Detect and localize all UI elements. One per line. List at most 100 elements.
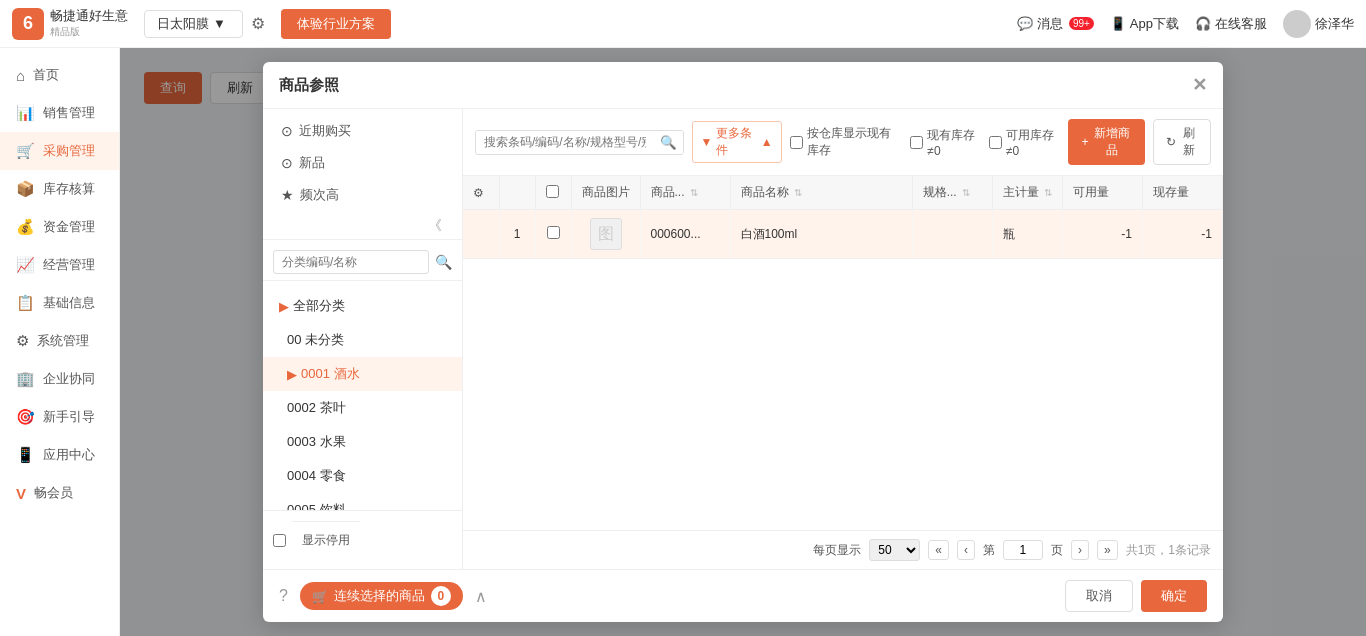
app-download-btn[interactable]: 📱 App下载	[1110, 15, 1179, 33]
app-icon: 📱	[1110, 16, 1126, 31]
product-search-input[interactable]	[476, 131, 654, 153]
warehouse-stock-filter[interactable]: 按仓库显示现有库存	[790, 125, 903, 159]
pill-recent[interactable]: ⊙ 近期购买	[273, 117, 452, 145]
pill-new[interactable]: ⊙ 新品	[273, 149, 452, 177]
cat-item-0004[interactable]: 0004 零食	[263, 459, 462, 493]
confirm-btn[interactable]: 确定	[1141, 580, 1207, 612]
per-page-select[interactable]: 10 20 50 100	[869, 539, 920, 561]
row-avail: -1	[1063, 210, 1143, 259]
cat-item-00[interactable]: 00 未分类	[263, 323, 462, 357]
refresh-table-btn[interactable]: ↻ 刷新	[1153, 119, 1211, 165]
cat-item-0002[interactable]: 0002 茶叶	[263, 391, 462, 425]
cart-btn[interactable]: 🛒 连续选择的商品 0	[300, 582, 463, 610]
row-num: 1	[499, 210, 535, 259]
warehouse-checkbox[interactable]	[790, 136, 803, 149]
purchase-icon: 🛒	[16, 142, 35, 160]
newbie-icon: 🎯	[16, 408, 35, 426]
cat-item-all[interactable]: ▶ 全部分类	[263, 289, 462, 323]
branch-label: 日太阳膜	[157, 15, 209, 33]
sort-code-icon[interactable]: ⇅	[690, 187, 698, 198]
product-image: 图	[590, 218, 622, 250]
sidebar-label-finance: 资金管理	[43, 218, 95, 236]
last-page-btn[interactable]: »	[1097, 540, 1118, 560]
sidebar-item-stock[interactable]: 📦 库存核算	[0, 170, 119, 208]
cart-icon: 🛒	[312, 589, 328, 604]
user-menu[interactable]: 徐泽华	[1283, 10, 1354, 38]
sort-name-icon[interactable]: ⇅	[794, 187, 802, 198]
logo[interactable]: 6 畅捷通好生意 精品版	[12, 8, 128, 40]
messages-btn[interactable]: 💬 消息 99+	[1017, 15, 1094, 33]
cat-label-0004: 0004 零食	[287, 467, 346, 485]
col-stock-label: 现存量	[1153, 185, 1189, 199]
messages-label: 消息	[1037, 15, 1063, 33]
next-page-btn[interactable]: ›	[1071, 540, 1089, 560]
branch-dropdown[interactable]: 日太阳膜 ▼	[144, 10, 243, 38]
cancel-btn[interactable]: 取消	[1065, 580, 1133, 612]
stock-ne0-checkbox[interactable]	[910, 136, 923, 149]
col-settings[interactable]: ⚙	[463, 176, 499, 210]
industry-btn[interactable]: 体验行业方案	[281, 9, 391, 39]
cat-item-0001[interactable]: ▶ 0001 酒水	[263, 357, 462, 391]
modal-body: ⊙ 近期购买 ⊙ 新品 ★ 频次高	[263, 109, 1223, 569]
show-disabled-label[interactable]: 显示停用	[292, 521, 360, 559]
table-row[interactable]: 1 图 000600... 白酒100ml	[463, 210, 1223, 259]
sidebar-item-finance[interactable]: 💰 资金管理	[0, 208, 119, 246]
modal-close-btn[interactable]: ✕	[1192, 74, 1207, 96]
sort-unit-icon[interactable]: ⇅	[1044, 187, 1052, 198]
add-product-btn[interactable]: + 新增商品	[1068, 119, 1146, 165]
avail-ne0-checkbox[interactable]	[989, 136, 1002, 149]
home-icon: ⌂	[16, 67, 25, 84]
col-avail-header: 可用量	[1063, 176, 1143, 210]
more-filter-btn[interactable]: ▼ 更多条件 ▲	[692, 121, 782, 163]
sales-icon: 📊	[16, 104, 35, 122]
sidebar-item-system[interactable]: ⚙ 系统管理	[0, 322, 119, 360]
sidebar-item-purchase[interactable]: 🛒 采购管理	[0, 132, 119, 170]
avail-ne0-filter[interactable]: 可用库存≠0	[989, 127, 1060, 158]
sidebar-item-appcenter[interactable]: 📱 应用中心	[0, 436, 119, 474]
cat-search-icon[interactable]: 🔍	[435, 254, 452, 270]
sidebar-label-corp: 企业协同	[43, 370, 95, 388]
page-label: 第	[983, 542, 995, 559]
first-page-btn[interactable]: «	[928, 540, 949, 560]
main-layout: ⌂ 首页 📊 销售管理 🛒 采购管理 📦 库存核算 💰 资金管理 📈 经营管理 …	[0, 48, 1366, 636]
right-panel: 🔍 ▼ 更多条件 ▲ 按仓库显示现有库存	[463, 109, 1223, 569]
add-product-label: 新增商品	[1093, 125, 1132, 159]
message-icon: 💬	[1017, 16, 1033, 31]
product-table-container: ⚙ 商品图片 商品... ⇅	[463, 176, 1223, 530]
sidebar-item-sales[interactable]: 📊 销售管理	[0, 94, 119, 132]
modal-title: 商品参照	[279, 76, 339, 95]
sidebar-item-business[interactable]: 📈 经营管理	[0, 246, 119, 284]
sort-spec-icon[interactable]: ⇅	[962, 187, 970, 198]
product-reference-modal: 商品参照 ✕ ⊙ 近期购买 ⊙	[263, 62, 1223, 622]
user-name: 徐泽华	[1315, 15, 1354, 33]
modal-footer: ? 🛒 连续选择的商品 0 ∧ 取消 确定	[263, 569, 1223, 622]
sidebar-label-system: 系统管理	[37, 332, 89, 350]
product-search-btn[interactable]: 🔍	[654, 131, 683, 154]
help-icon[interactable]: ?	[279, 587, 288, 605]
prev-page-btn[interactable]: ‹	[957, 540, 975, 560]
stock-ne0-filter[interactable]: 现有库存≠0	[910, 127, 981, 158]
cat-item-0003[interactable]: 0003 水果	[263, 425, 462, 459]
col-spec-label: 规格...	[923, 185, 957, 199]
row-check	[535, 210, 571, 259]
logo-sub: 精品版	[50, 25, 128, 39]
show-disabled-checkbox[interactable]	[273, 534, 286, 547]
sidebar-item-corp[interactable]: 🏢 企业协同	[0, 360, 119, 398]
cat-search-input[interactable]	[273, 250, 429, 274]
page-input[interactable]	[1003, 540, 1043, 560]
sidebar-item-home[interactable]: ⌂ 首页	[0, 56, 119, 94]
sidebar-item-newbie[interactable]: 🎯 新手引导	[0, 398, 119, 436]
collapse-panel-btn[interactable]: 《	[418, 213, 452, 239]
pill-frequent[interactable]: ★ 频次高	[273, 181, 452, 209]
table-body: 1 图 000600... 白酒100ml	[463, 210, 1223, 259]
online-service-btn[interactable]: 🎧 在线客服	[1195, 15, 1267, 33]
gear-icon[interactable]: ⚙	[251, 14, 265, 33]
sidebar-item-basic[interactable]: 📋 基础信息	[0, 284, 119, 322]
sidebar-item-member[interactable]: V 畅会员	[0, 474, 119, 512]
cat-item-0005[interactable]: 0005 饮料	[263, 493, 462, 510]
refresh-icon: ↻	[1166, 135, 1176, 149]
select-all-checkbox[interactable]	[546, 185, 559, 198]
quick-pills: ⊙ 近期购买 ⊙ 新品 ★ 频次高	[263, 109, 462, 240]
expand-icon[interactable]: ∧	[475, 587, 487, 606]
row-checkbox[interactable]	[547, 226, 560, 239]
